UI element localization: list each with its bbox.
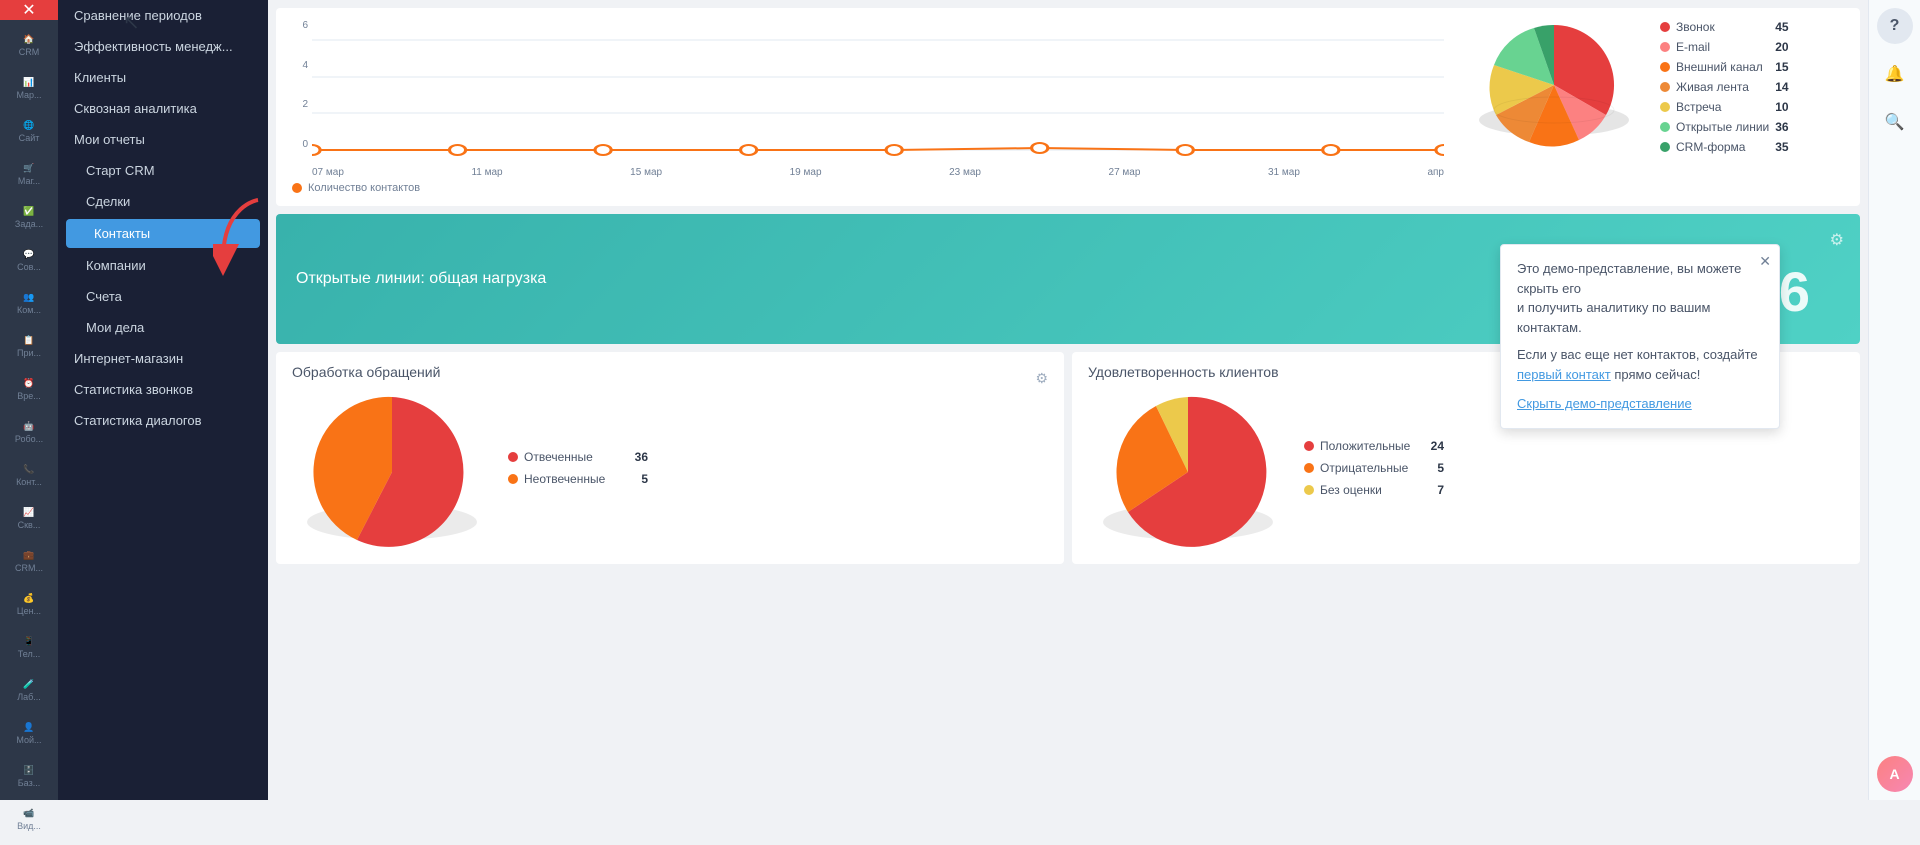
chart-obrabotka-inner: Отвеченные 36 Неотвеченные 5 [292,392,1048,552]
menu-item-kontakty[interactable]: Контакты [66,219,260,248]
user-avatar[interactable]: А [1877,756,1913,792]
vre-icon: ⏰ [23,378,34,389]
sidebar-item-sov[interactable]: 💬 Сов... [0,239,58,282]
teal-section: Открытые линии: общая нагрузка ⚙ 36 ✕ Эт… [276,214,1860,344]
sidebar-menu: ↖ Сравнение периодов Эффективность менед… [58,0,268,800]
zad-icon: ✅ [23,206,34,217]
crm-icon: 🏠 [23,34,34,45]
sidebar-item-pri[interactable]: 📋 При... [0,325,58,368]
sidebar-item-crm2[interactable]: 💼 CRM... [0,540,58,583]
sidebar-item-skv[interactable]: 📈 Скв... [0,497,58,540]
chart-card-obrabotka: Обработка обращений ⚙ [276,352,1064,564]
sidebar-item-rob[interactable]: 🤖 Робо... [0,411,58,454]
tel-icon: 📱 [23,636,34,647]
sidebar-item-tel[interactable]: 📱 Тел... [0,626,58,669]
skv-icon: 📈 [23,507,34,518]
sidebar-item-vid[interactable]: 📹 Вид... [0,798,58,841]
pie-obrabotka-svg [292,392,492,552]
line-chart-area: 6 4 2 0 [292,20,1444,194]
sidebar-right: ? 🔔 🔍 А [1868,0,1920,800]
sidebar-item-kont[interactable]: 📞 Конт... [0,454,58,497]
pie-svg-top [1464,20,1644,150]
tooltip-text2: Если у вас еще нет контактов, создайте п… [1517,345,1763,384]
sidebar-item-tsen[interactable]: 💰 Цен... [0,583,58,626]
menu-item-sdelki[interactable]: Сделки [58,186,268,217]
legend-udovletvorennost: Положительные 24 Отрицательные 5 Без оце… [1304,439,1444,505]
menu-item-internet-magazin[interactable]: Интернет-магазин [58,343,268,374]
menu-item-moi-otchety[interactable]: Мои отчеты [58,124,268,155]
lab-icon: 🧪 [23,679,34,690]
menu-item-sravnenie[interactable]: Сравнение периодов [58,0,268,31]
menu-item-skvoznaya[interactable]: Сквозная аналитика [58,93,268,124]
menu-item-start-crm[interactable]: Старт CRM [58,155,268,186]
kom-icon: 👥 [23,292,34,303]
main-content: 6 4 2 0 [268,0,1868,800]
sidebar-item-baz[interactable]: 🗄️ Баз... [0,755,58,798]
chart-legend: Количество контактов [292,182,1444,194]
sidebar-item-mar[interactable]: 📊 Мар... [0,67,58,110]
line-chart-section: 6 4 2 0 [276,8,1860,206]
menu-item-effektivnost[interactable]: Эффективность менедж... [58,31,268,62]
menu-item-klienty[interactable]: Клиенты [58,62,268,93]
teal-section-title: Открытые линии: общая нагрузка [296,270,546,288]
gear-button[interactable]: ⚙ [1830,230,1844,250]
moi-icon: 👤 [23,722,34,733]
menu-item-kompanii[interactable]: Компании [58,250,268,281]
sidebar-item-crm[interactable]: 🏠 CRM [0,24,58,67]
search-button[interactable]: 🔍 [1877,104,1913,140]
sidebar-item-mag[interactable]: 🛒 Маг... [0,153,58,196]
tooltip-hide-link[interactable]: Скрыть демо-представление [1517,394,1763,414]
tooltip-first-contact-link[interactable]: первый контакт [1517,367,1611,382]
pri-icon: 📋 [23,335,34,346]
sidebar-item-vre[interactable]: ⏰ Вре... [0,368,58,411]
sidebar-dark: ✕ 🏠 CRM 📊 Мар... 🌐 Сайт 🛒 Маг... ✅ Зада.… [0,0,58,800]
sidebar-item-zad[interactable]: ✅ Зада... [0,196,58,239]
tsen-icon: 💰 [23,593,34,604]
legend-obrabotka: Отвеченные 36 Неотвеченные 5 [508,450,648,494]
pie-legend-top: Звонок 45 E-mail 20 Внешний канал 15 Жив… [1660,20,1789,160]
menu-item-moi-dela[interactable]: Мои дела [58,312,268,343]
menu-item-stat-dialogov[interactable]: Статистика диалогов [58,405,268,436]
sait-icon: 🌐 [23,120,34,131]
chart-card-obrabotka-settings[interactable]: ⚙ [1035,370,1048,387]
close-button[interactable]: ✕ [0,0,58,20]
tooltip-popup: ✕ Это демо-представление, вы можете скры… [1500,244,1780,429]
kont-icon: 📞 [23,464,34,475]
tooltip-text: Это демо-представление, вы можете скрыть… [1517,259,1763,337]
menu-item-stat-zvonkov[interactable]: Статистика звонков [58,374,268,405]
rob-icon: 🤖 [23,421,34,432]
mag-icon: 🛒 [23,163,34,174]
mar-icon: 📊 [23,77,34,88]
vid-icon: 📹 [23,808,34,819]
line-chart-svg: 07 мар 11 мар 15 мар 19 мар 23 мар 27 ма… [312,20,1444,178]
chart-card-obrabotka-title: Обработка обращений [292,364,440,380]
sidebar-item-sait[interactable]: 🌐 Сайт [0,110,58,153]
tooltip-close-button[interactable]: ✕ [1759,253,1771,270]
y-axis: 6 4 2 0 [292,20,312,150]
sidebar-item-kom[interactable]: 👥 Ком... [0,282,58,325]
sidebar-item-lab[interactable]: 🧪 Лаб... [0,669,58,712]
menu-item-scheta[interactable]: Счета [58,281,268,312]
notification-button[interactable]: 🔔 [1877,56,1913,92]
chart-card-udovletvorennost-title: Удовлетворенность клиентов [1088,364,1279,380]
avatar-container: А [1877,756,1913,792]
pie-udovletvorennost-svg [1088,392,1288,552]
crm2-icon: 💼 [23,550,34,561]
baz-icon: 🗄️ [23,765,34,776]
help-button[interactable]: ? [1877,8,1913,44]
legend-dot [292,183,302,193]
sov-icon: 💬 [23,249,34,260]
pie-chart-top: Звонок 45 E-mail 20 Внешний канал 15 Жив… [1464,20,1844,194]
sidebar-item-moi[interactable]: 👤 Мой... [0,712,58,755]
